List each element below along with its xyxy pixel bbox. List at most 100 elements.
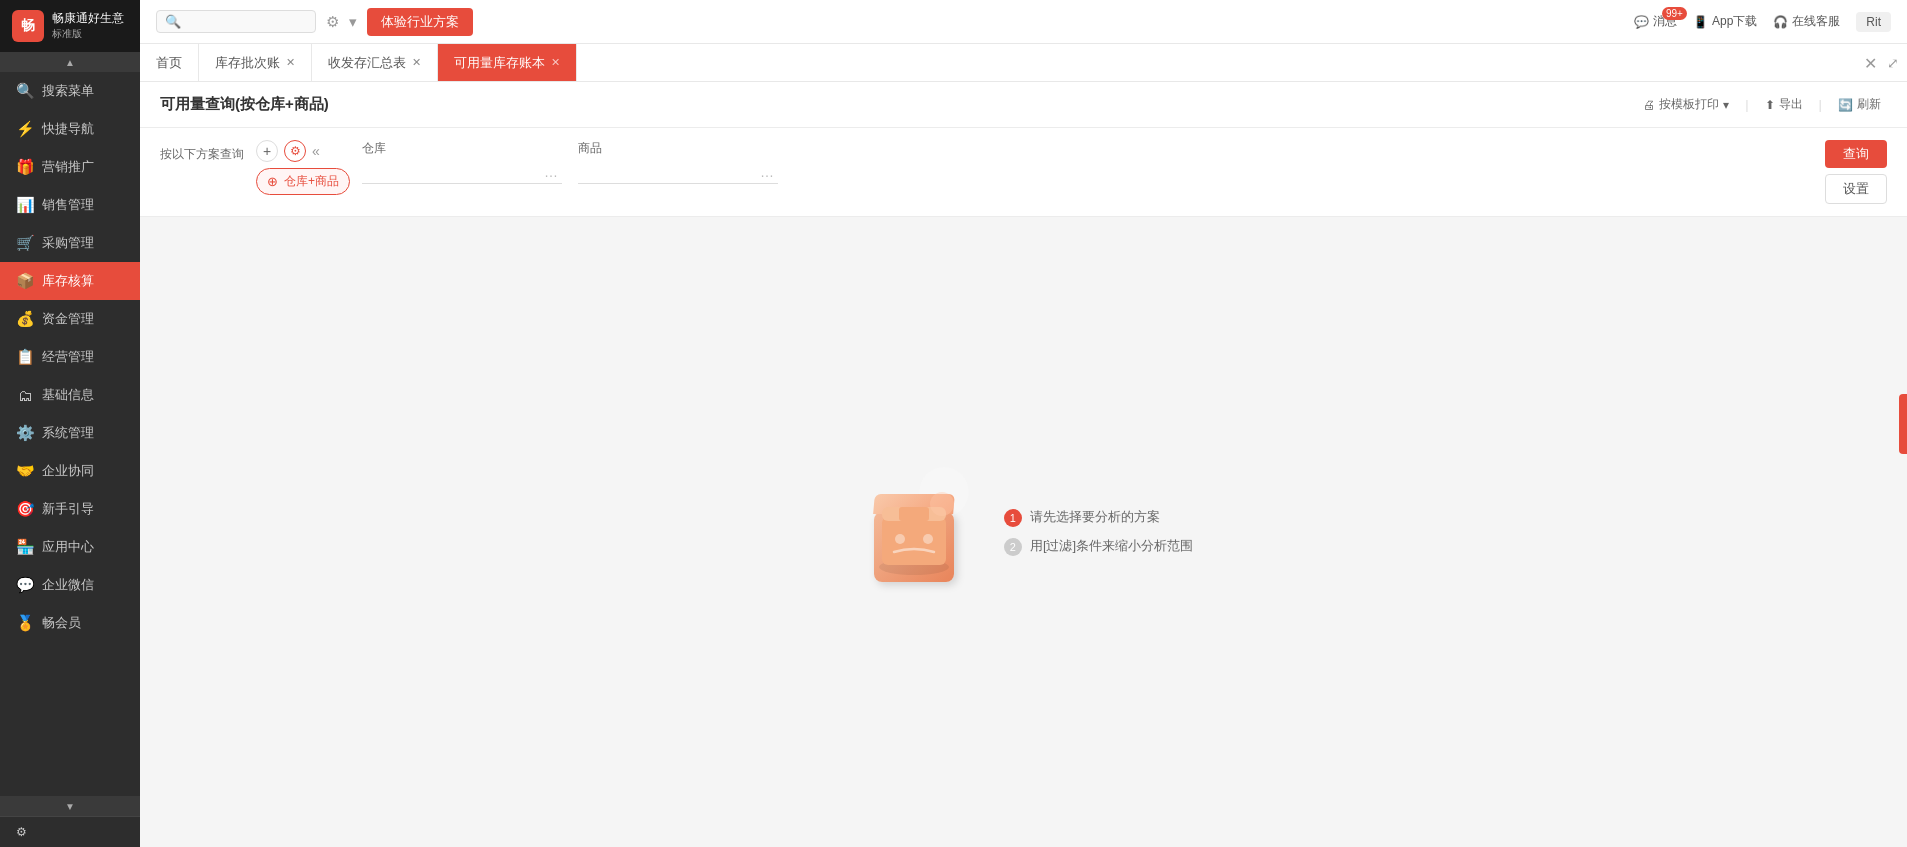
refresh-label: 刷新 <box>1857 96 1881 113</box>
filter-scheme-controls: + ⚙ « <box>256 140 350 162</box>
sidebar-item-icon: 💬 <box>16 576 34 594</box>
svg-point-8 <box>923 534 933 544</box>
warehouse-input[interactable] <box>366 163 540 181</box>
sidebar-item-采购管理[interactable]: 🛒 采购管理 <box>0 224 140 262</box>
sidebar-item-label: 库存核算 <box>42 272 94 290</box>
sidebar-item-icon: 📋 <box>16 348 34 366</box>
hint-1-num: 1 <box>1004 509 1022 527</box>
scheme-setting-button[interactable]: ⚙ <box>284 140 306 162</box>
page-content: 可用量查询(按仓库+商品) 🖨 按模板打印 ▾ | ⬆ 导出 | 🔄 刷新 <box>140 82 1907 847</box>
filter-fields: 仓库 … 商品 … <box>362 140 1813 184</box>
page-title: 可用量查询(按仓库+商品) <box>160 95 329 114</box>
service-label: 在线客服 <box>1792 13 1840 30</box>
sidebar-item-快捷导航[interactable]: ⚡ 快捷导航 <box>0 110 140 148</box>
scheme-collapse-icon[interactable]: « <box>312 143 320 159</box>
tab-stock-summary-close[interactable]: ✕ <box>412 56 421 69</box>
tab-available-stock-close[interactable]: ✕ <box>551 56 560 69</box>
tab-inventory-batch[interactable]: 库存批次账 ✕ <box>199 44 312 81</box>
search-input[interactable] <box>187 15 287 29</box>
tabs-bar: 首页 库存批次账 ✕ 收发存汇总表 ✕ 可用量库存账本 ✕ ✕ ⤢ <box>140 44 1907 82</box>
product-field: 商品 … <box>578 140 778 184</box>
column-setting-button[interactable]: 设置 <box>1825 174 1887 204</box>
message-button[interactable]: 💬 消息 99+ <box>1634 13 1677 30</box>
svg-rect-6 <box>899 507 929 521</box>
sidebar-item-label: 系统管理 <box>42 424 94 442</box>
tab-available-stock[interactable]: 可用量库存账本 ✕ <box>438 44 577 81</box>
tab-available-stock-label: 可用量库存账本 <box>454 54 545 72</box>
empty-hint-1: 1 请先选择要分析的方案 <box>1004 508 1193 527</box>
sidebar-item-系统管理[interactable]: ⚙️ 系统管理 <box>0 414 140 452</box>
sidebar-item-icon: 🏪 <box>16 538 34 556</box>
sidebar-scroll-up[interactable]: ▲ <box>0 52 140 72</box>
sidebar-item-销售管理[interactable]: 📊 销售管理 <box>0 186 140 224</box>
phone-icon: 📱 <box>1693 15 1708 29</box>
sidebar-item-库存核算[interactable]: 📦 库存核算 <box>0 262 140 300</box>
svg-rect-4 <box>882 517 946 565</box>
add-scheme-button[interactable]: + <box>256 140 278 162</box>
sidebar-item-label: 应用中心 <box>42 538 94 556</box>
sidebar-scroll-down[interactable]: ▼ <box>0 796 140 816</box>
print-dropdown-icon[interactable]: ▾ <box>1723 98 1729 112</box>
sidebar-item-label: 基础信息 <box>42 386 94 404</box>
sidebar-item-搜索菜单[interactable]: 🔍 搜索菜单 <box>0 72 140 110</box>
sidebar-item-label: 营销推广 <box>42 158 94 176</box>
sidebar-item-icon: 🎁 <box>16 158 34 176</box>
sidebar-item-应用中心[interactable]: 🏪 应用中心 <box>0 528 140 566</box>
topbar-dropdown-icon[interactable]: ▾ <box>349 13 357 31</box>
sidebar-item-icon: 🤝 <box>16 462 34 480</box>
trial-button[interactable]: 体验行业方案 <box>367 8 473 36</box>
user-avatar[interactable]: Rit <box>1856 12 1891 32</box>
sidebar-item-icon: 🏅 <box>16 614 34 632</box>
export-button[interactable]: ⬆ 导出 <box>1759 93 1809 116</box>
right-edge-handle[interactable] <box>1899 394 1907 454</box>
filter-label: 按以下方案查询 <box>160 140 244 163</box>
sidebar-item-label: 新手引导 <box>42 500 94 518</box>
print-button[interactable]: 🖨 按模板打印 ▾ <box>1637 93 1735 116</box>
sidebar-item-icon: 🔍 <box>16 82 34 100</box>
tab-home[interactable]: 首页 <box>140 44 199 81</box>
tabs-expand-button[interactable]: ⤢ <box>1887 55 1899 71</box>
query-button[interactable]: 查询 <box>1825 140 1887 168</box>
hint-1-text: 请先选择要分析的方案 <box>1030 508 1160 526</box>
page-header: 可用量查询(按仓库+商品) 🖨 按模板打印 ▾ | ⬆ 导出 | 🔄 刷新 <box>140 82 1907 128</box>
sidebar-item-企业微信[interactable]: 💬 企业微信 <box>0 566 140 604</box>
empty-hint-2: 2 用[过滤]条件来缩小分析范围 <box>1004 537 1193 556</box>
product-input-wrapper: … <box>578 161 778 184</box>
sidebar-item-资金管理[interactable]: 💰 资金管理 <box>0 300 140 338</box>
svg-point-7 <box>895 534 905 544</box>
sidebar-item-新手引导[interactable]: 🎯 新手引导 <box>0 490 140 528</box>
sidebar-item-label: 采购管理 <box>42 234 94 252</box>
sidebar-item-企业协同[interactable]: 🤝 企业协同 <box>0 452 140 490</box>
app-title-block: 畅康通好生意 标准版 <box>52 11 124 41</box>
customer-service-button[interactable]: 🎧 在线客服 <box>1773 13 1840 30</box>
tab-stock-summary[interactable]: 收发存汇总表 ✕ <box>312 44 438 81</box>
product-more-icon[interactable]: … <box>760 164 774 180</box>
sidebar-item-经营管理[interactable]: 📋 经营管理 <box>0 338 140 376</box>
export-label: 导出 <box>1779 96 1803 113</box>
sidebar-item-畅会员[interactable]: 🏅 畅会员 <box>0 604 140 642</box>
svg-point-9 <box>930 492 954 516</box>
tabs-close-all-button[interactable]: ✕ <box>1864 53 1877 72</box>
sidebar-item-label: 快捷导航 <box>42 120 94 138</box>
sidebar-item-label: 企业协同 <box>42 462 94 480</box>
settings-icon: ⚙ <box>16 825 27 839</box>
action-separator-2: | <box>1819 97 1822 112</box>
sidebar-item-icon: 📊 <box>16 196 34 214</box>
refresh-button[interactable]: 🔄 刷新 <box>1832 93 1887 116</box>
warehouse-more-icon[interactable]: … <box>544 164 558 180</box>
sidebar-bottom[interactable]: ⚙ <box>0 816 140 847</box>
scheme-item-warehouse-product[interactable]: ⊕ 仓库+商品 <box>256 168 350 195</box>
scheme-item-label: 仓库+商品 <box>284 173 339 190</box>
sidebar-item-基础信息[interactable]: 🗂 基础信息 <box>0 376 140 414</box>
print-label: 按模板打印 <box>1659 96 1719 113</box>
sidebar-item-label: 企业微信 <box>42 576 94 594</box>
app-download-button[interactable]: 📱 App下载 <box>1693 13 1757 30</box>
sidebar-item-icon: ⚡ <box>16 120 34 138</box>
product-input[interactable] <box>582 163 756 181</box>
sidebar-item-营销推广[interactable]: 🎁 营销推广 <box>0 148 140 186</box>
app-subtitle: 标准版 <box>52 27 124 41</box>
tab-inventory-batch-close[interactable]: ✕ <box>286 56 295 69</box>
filter-actions: 查询 设置 <box>1825 140 1887 204</box>
topbar-search-box[interactable]: 🔍 <box>156 10 316 33</box>
topbar-gear-icon[interactable]: ⚙ <box>326 13 339 31</box>
